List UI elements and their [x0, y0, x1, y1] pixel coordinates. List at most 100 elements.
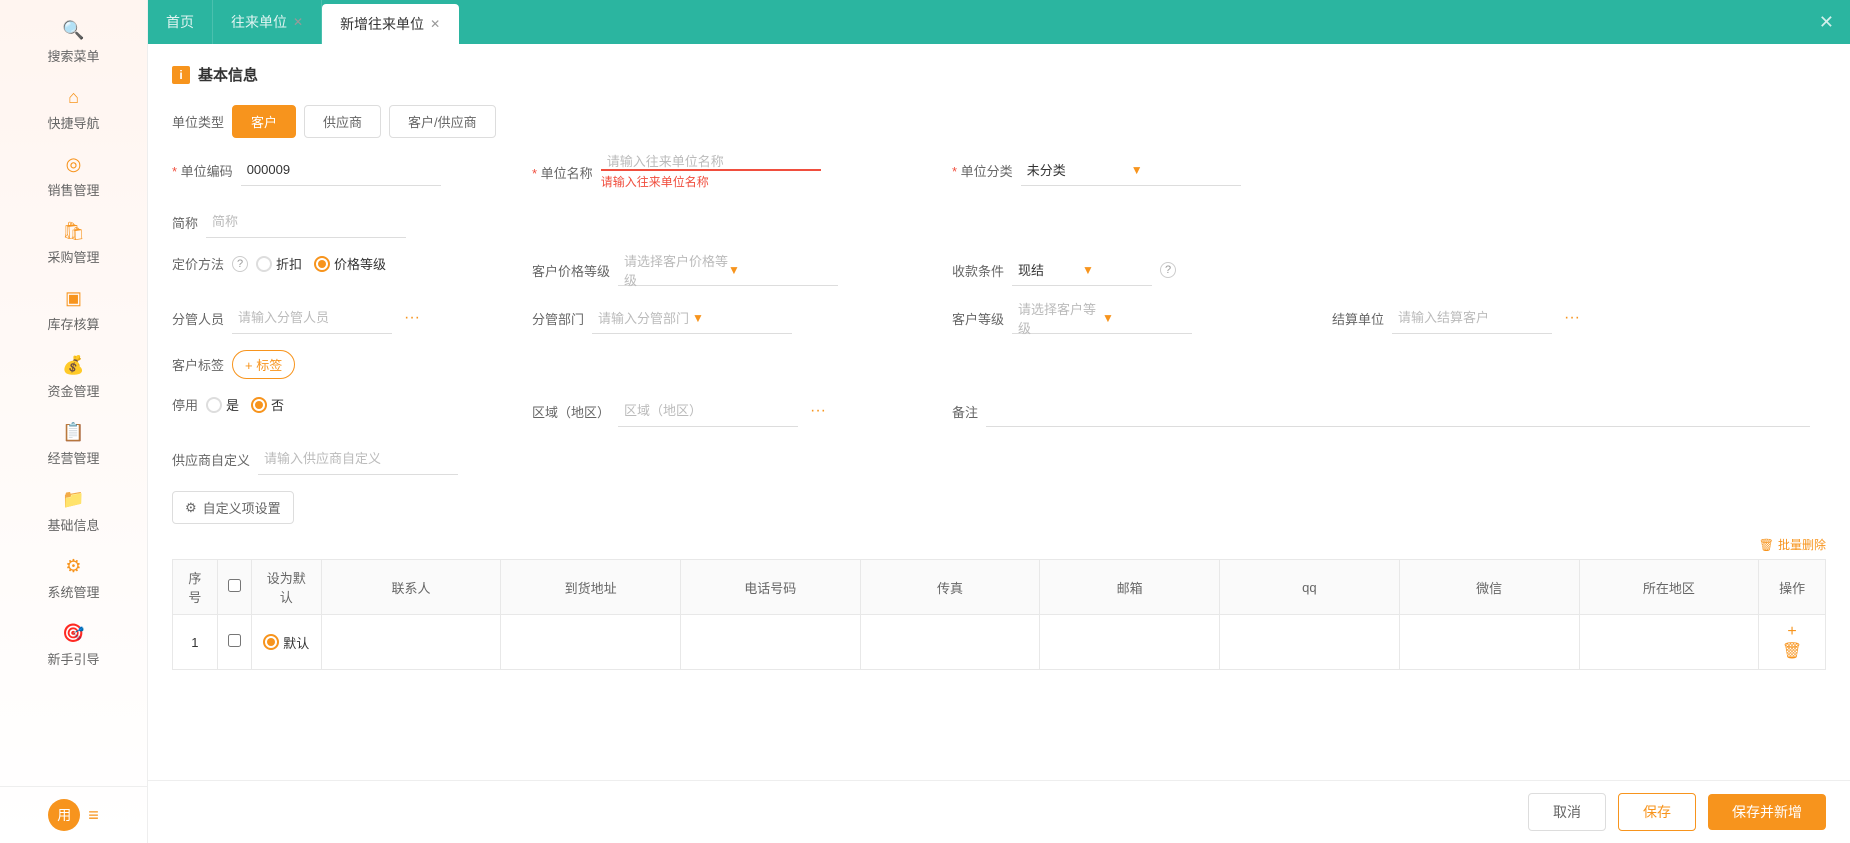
select-all-checkbox[interactable]	[228, 579, 241, 592]
region-cell-input[interactable]	[1590, 626, 1749, 658]
dept-select[interactable]: 请输入分管部门 ▼	[592, 302, 792, 334]
sidebar-expand-icon[interactable]: ≡	[88, 805, 99, 826]
cell-seq: 1	[173, 615, 218, 670]
batch-delete-button[interactable]: 🗑 批量删除	[1759, 536, 1826, 553]
custom-settings-button[interactable]: ⚙ 自定义项设置	[172, 491, 294, 524]
sidebar-item-newbie[interactable]: 🎯 新手引导	[0, 611, 147, 678]
wechat-input[interactable]	[1410, 626, 1569, 658]
tab-add-partner-close[interactable]: ✕	[430, 17, 440, 31]
window-close-button[interactable]: ✕	[1803, 0, 1850, 44]
col-fax: 传真	[860, 560, 1040, 615]
tab-partner-close[interactable]: ✕	[293, 15, 303, 29]
sidebar-item-search[interactable]: 🔍 搜索菜单	[0, 8, 147, 75]
payment-help-icon[interactable]: ?	[1160, 262, 1176, 278]
pricing-discount-radio[interactable]: 折扣	[256, 254, 302, 273]
unit-type-label: 单位类型	[172, 112, 224, 131]
sidebar-item-purchase[interactable]: 🛍 采购管理	[0, 209, 147, 276]
chart-icon: ◎	[62, 152, 86, 176]
customer-level-arrow-icon: ▼	[1102, 311, 1186, 325]
cell-wechat[interactable]	[1399, 615, 1579, 670]
sidebar-item-inventory[interactable]: ▣ 库存核算	[0, 276, 147, 343]
disabled-region-remark-row: 停用 是 否 区域（地区） ··· 备注	[172, 395, 1826, 427]
level-radio-circle	[314, 256, 330, 272]
dept-label: 分管部门	[532, 309, 584, 328]
supplier-custom-row: 供应商自定义	[172, 443, 1826, 475]
code-input[interactable]	[241, 154, 441, 186]
disabled-yes-radio[interactable]: 是	[206, 395, 239, 414]
cell-fax[interactable]	[860, 615, 1040, 670]
col-default: 设为默认	[251, 560, 321, 615]
payment-label: 收款条件	[952, 261, 1004, 280]
row-checkbox[interactable]	[228, 634, 241, 647]
name-input[interactable]	[601, 154, 821, 171]
cell-region[interactable]	[1579, 615, 1759, 670]
table-row: 1 默认	[173, 615, 1826, 670]
sidebar-item-operation[interactable]: 📋 经营管理	[0, 410, 147, 477]
sidebar-item-system[interactable]: ⚙ 系统管理	[0, 544, 147, 611]
disabled-radio-group: 是 否	[206, 395, 284, 414]
manager-more-icon[interactable]: ···	[400, 309, 424, 327]
abbr-input[interactable]	[206, 206, 406, 238]
address-input[interactable]	[511, 626, 670, 658]
col-checkbox	[217, 560, 251, 615]
category-select[interactable]: 未分类 ▼	[1021, 154, 1241, 186]
payment-select[interactable]: 现结 ▼	[1012, 254, 1152, 286]
sidebar-item-sales[interactable]: ◎ 销售管理	[0, 142, 147, 209]
customer-price-select[interactable]: 请选择客户价格等级 ▼	[618, 254, 838, 286]
phone-input[interactable]	[691, 626, 850, 658]
contact-table: 序号 设为默认 联系人 到货地址 电话号码 传真 邮箱 qq 微信 所在地区	[172, 559, 1826, 670]
settings-icon: ⚙	[185, 500, 197, 516]
bag-icon: 🛍	[62, 219, 86, 243]
save-and-new-button[interactable]: 保存并新增	[1708, 794, 1826, 830]
save-button[interactable]: 保存	[1618, 793, 1696, 831]
unit-btn-supplier[interactable]: 供应商	[304, 105, 381, 138]
row-add-button[interactable]: +	[1783, 623, 1800, 640]
region-input[interactable]	[618, 395, 798, 427]
settlement-input[interactable]	[1392, 302, 1552, 334]
pricing-level-radio[interactable]: 价格等级	[314, 254, 386, 273]
pricing-help-icon[interactable]: ?	[232, 256, 248, 272]
disabled-no-radio[interactable]: 否	[251, 395, 284, 414]
customer-level-select[interactable]: 请选择客户等级 ▼	[1012, 302, 1192, 334]
dept-arrow-icon: ▼	[692, 311, 786, 325]
fax-input[interactable]	[871, 626, 1030, 658]
disabled-no-circle	[251, 397, 267, 413]
supplier-custom-input[interactable]	[258, 443, 458, 475]
main-area: 首页 往来单位 ✕ 新增往来单位 ✕ ✕ i 基本信息 单位类型 客户 供应商	[148, 0, 1850, 843]
sidebar-item-basic[interactable]: 📁 基础信息	[0, 477, 147, 544]
col-contact: 联系人	[321, 560, 501, 615]
add-tag-button[interactable]: + 标签	[232, 350, 295, 379]
cell-phone[interactable]	[680, 615, 860, 670]
category-arrow-icon: ▼	[1131, 163, 1235, 177]
col-wechat: 微信	[1399, 560, 1579, 615]
pricing-row: 定价方法 ? 折扣 价格等级 客户价格等级 请选择客户价格等级	[172, 254, 1826, 286]
table-header-row: 序号 设为默认 联系人 到货地址 电话号码 传真 邮箱 qq 微信 所在地区	[173, 560, 1826, 615]
gear-icon: ⚙	[62, 554, 86, 578]
abbr-label: 简称	[172, 213, 198, 232]
cancel-button[interactable]: 取消	[1528, 793, 1606, 831]
cell-contact[interactable]	[321, 615, 501, 670]
sidebar-item-finance[interactable]: 💰 资金管理	[0, 343, 147, 410]
code-name-category-row: 单位编码 单位名称 请输入往来单位名称 单位分类 未分类 ▼	[172, 154, 1826, 190]
region-more-icon[interactable]: ···	[806, 402, 830, 420]
default-radio[interactable]: 默认	[262, 633, 311, 652]
remark-input[interactable]	[986, 395, 1810, 427]
sidebar-item-quicknav[interactable]: ⌂ 快捷导航	[0, 75, 147, 142]
contact-input[interactable]	[332, 626, 491, 658]
manager-input[interactable]	[232, 302, 392, 334]
settlement-more-icon[interactable]: ···	[1560, 309, 1584, 327]
unit-btn-customer[interactable]: 客户	[232, 105, 296, 138]
region-label: 区域（地区）	[532, 402, 610, 421]
email-input[interactable]	[1050, 626, 1209, 658]
disabled-yes-circle	[206, 397, 222, 413]
tab-partner[interactable]: 往来单位 ✕	[213, 0, 322, 44]
row-delete-button[interactable]: 🗑	[1778, 643, 1806, 660]
unit-btn-both[interactable]: 客户/供应商	[389, 105, 496, 138]
tab-home[interactable]: 首页	[148, 0, 213, 44]
cell-qq[interactable]	[1219, 615, 1399, 670]
cell-email[interactable]	[1040, 615, 1220, 670]
cell-address[interactable]	[501, 615, 681, 670]
tab-add-partner[interactable]: 新增往来单位 ✕	[322, 4, 459, 44]
qq-input[interactable]	[1230, 626, 1389, 658]
col-seq: 序号	[173, 560, 218, 615]
